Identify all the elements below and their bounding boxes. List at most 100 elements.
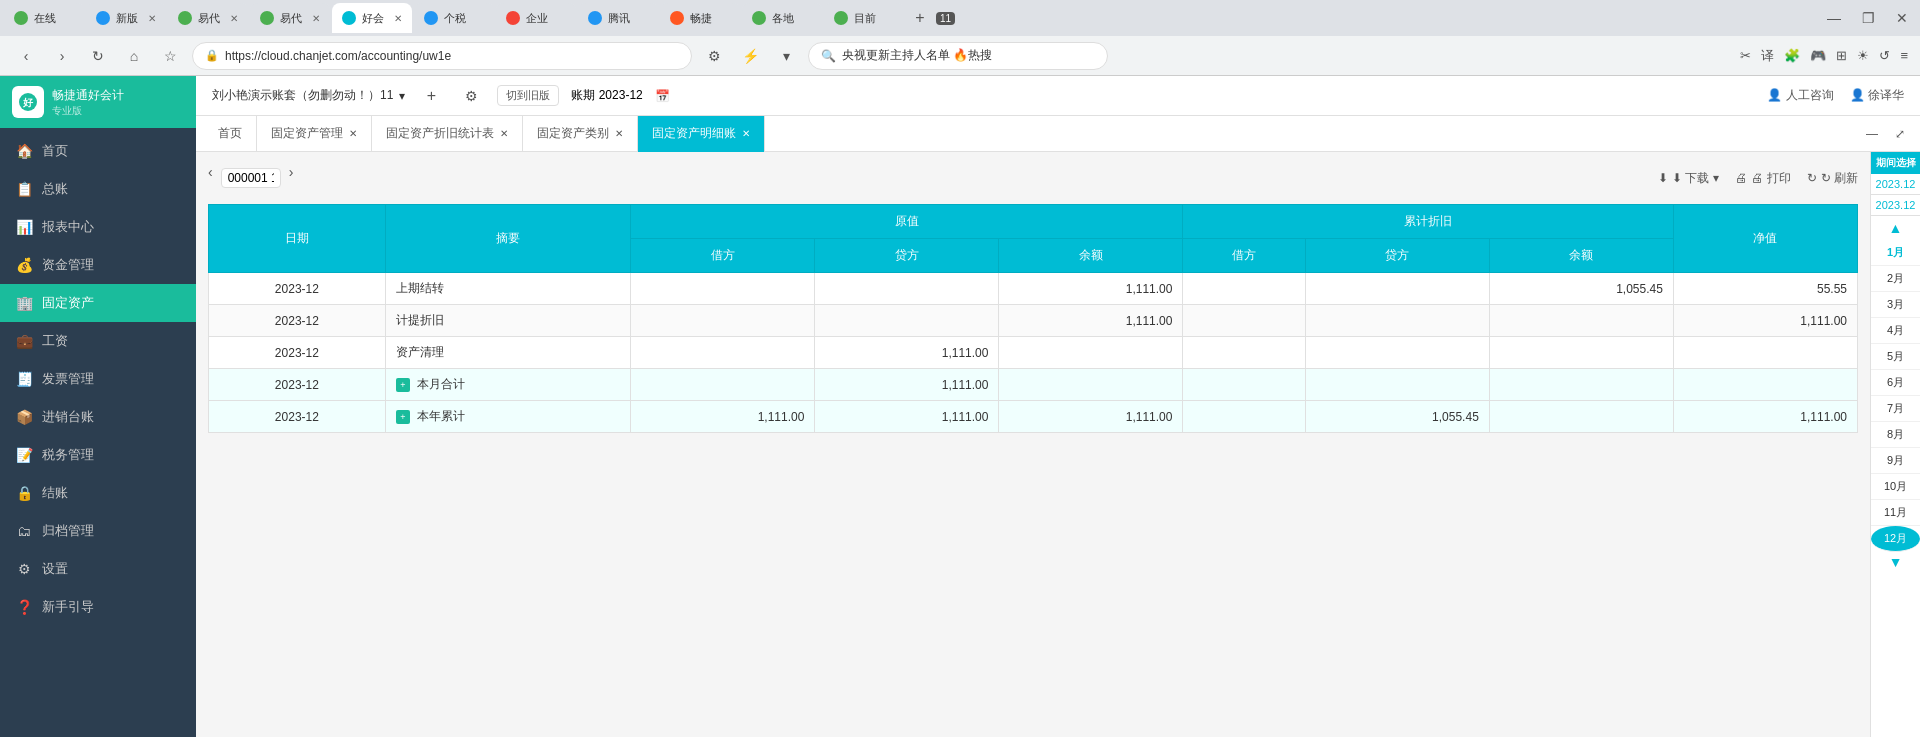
new-tab-button[interactable]: +: [906, 4, 934, 32]
browser-tab-5[interactable]: 好会 ✕: [332, 3, 412, 33]
translate-icon[interactable]: 译: [1761, 47, 1774, 65]
switch-version-button[interactable]: 切到旧版: [497, 85, 559, 106]
browser-tab-10[interactable]: 各地: [742, 3, 822, 33]
tab-close-fixed-asset-ledger[interactable]: ✕: [742, 128, 750, 139]
browser-tab-6[interactable]: 个税: [414, 3, 494, 33]
browser-right-icons: ✂ 译 🧩 🎮 ⊞ ☀ ↺ ≡: [1740, 47, 1908, 65]
period-month-1[interactable]: 1月: [1871, 240, 1920, 266]
sidebar-item-closing[interactable]: 🔒 结账: [0, 474, 196, 512]
row-orig-debit: 1,111.00: [631, 401, 815, 433]
game-icon[interactable]: 🎮: [1810, 48, 1826, 63]
sidebar-item-funds[interactable]: 💰 资金管理: [0, 246, 196, 284]
undo-icon[interactable]: ↺: [1879, 48, 1890, 63]
tab-home[interactable]: 首页: [204, 116, 257, 152]
prev-page-button[interactable]: ‹: [208, 164, 213, 180]
grid-icon[interactable]: ⊞: [1836, 48, 1847, 63]
page-input[interactable]: [221, 168, 281, 188]
sidebar-item-tax[interactable]: 📝 税务管理: [0, 436, 196, 474]
tab-close-5[interactable]: ✕: [394, 13, 402, 24]
tab-favicon-7: [506, 11, 520, 25]
sidebar-item-payroll[interactable]: 💼 工资: [0, 322, 196, 360]
sidebar-label-tax: 税务管理: [42, 446, 94, 464]
add-account-button[interactable]: +: [417, 82, 445, 110]
sidebar-item-invoice[interactable]: 🧾 发票管理: [0, 360, 196, 398]
extensions-button[interactable]: ⚙: [700, 42, 728, 70]
tab-close-fixed-asset-mgmt[interactable]: ✕: [349, 128, 357, 139]
browser-tab-1[interactable]: 在线: [4, 3, 84, 33]
user-profile-button[interactable]: 👤 徐译华: [1850, 87, 1904, 104]
logo-icon: 好: [12, 86, 44, 118]
tab-fixed-asset-ledger[interactable]: 固定资产明细账 ✕: [638, 116, 765, 152]
sidebar-item-ledger[interactable]: 📋 总账: [0, 170, 196, 208]
sidebar-item-inventory[interactable]: 📦 进销台账: [0, 398, 196, 436]
account-settings-button[interactable]: ⚙: [457, 82, 485, 110]
period-month-7[interactable]: 7月: [1871, 396, 1920, 422]
period-month-3[interactable]: 3月: [1871, 292, 1920, 318]
tab-close-fixed-asset-dep-stat[interactable]: ✕: [500, 128, 508, 139]
period-month-2[interactable]: 2月: [1871, 266, 1920, 292]
browser-tab-3[interactable]: 易代 ✕: [168, 3, 248, 33]
reload-button[interactable]: ↻: [84, 42, 112, 70]
account-selector[interactable]: 刘小艳演示账套（勿删勿动！）11 ▾: [212, 87, 405, 104]
period-month-6[interactable]: 6月: [1871, 370, 1920, 396]
browser-tab-9[interactable]: 畅捷: [660, 3, 740, 33]
dropdown-btn[interactable]: ▾: [772, 42, 800, 70]
print-button[interactable]: 🖨 🖨 打印: [1735, 170, 1790, 187]
tab-expand-button[interactable]: ⤢: [1888, 122, 1912, 146]
url-bar[interactable]: 🔒 https://cloud.chanjet.com/accounting/u…: [192, 42, 692, 70]
print-icon: 🖨: [1735, 171, 1747, 185]
window-minimize-btn[interactable]: —: [1820, 4, 1848, 32]
extension-icon[interactable]: 🧩: [1784, 48, 1800, 63]
home-button[interactable]: ⌂: [120, 42, 148, 70]
tab-close-fixed-asset-category[interactable]: ✕: [615, 128, 623, 139]
browser-tab-7[interactable]: 企业: [496, 3, 576, 33]
search-bar[interactable]: 🔍 央视更新主持人名单 🔥热搜: [808, 42, 1108, 70]
sidebar-item-settings[interactable]: ⚙ 设置: [0, 550, 196, 588]
period-month-10[interactable]: 10月: [1871, 474, 1920, 500]
tab-collapse-button[interactable]: —: [1860, 122, 1884, 146]
period-down-button[interactable]: ▲: [1871, 552, 1920, 576]
tab-close-2[interactable]: ✕: [148, 13, 156, 24]
sidebar-item-guide[interactable]: ❓ 新手引导: [0, 588, 196, 626]
period-up-button[interactable]: ▲: [1871, 216, 1920, 240]
sidebar-item-home[interactable]: 🏠 首页: [0, 132, 196, 170]
browser-tab-4[interactable]: 易代 ✕: [250, 3, 330, 33]
lightning-button[interactable]: ⚡: [736, 42, 764, 70]
browser-tab-8[interactable]: 腾讯: [578, 3, 658, 33]
back-button[interactable]: ‹: [12, 42, 40, 70]
menu-icon[interactable]: ≡: [1900, 48, 1908, 63]
ledger-actions: ⬇ ⬇ 下载 ▾ 🖨 🖨 打印 ↻ ↻ 刷新: [1658, 170, 1858, 187]
ledger-main: ‹ › ⬇ ⬇ 下载 ▾ 🖨 🖨 打印: [196, 152, 1870, 737]
next-page-button[interactable]: ›: [289, 164, 294, 180]
tab-close-3[interactable]: ✕: [230, 13, 238, 24]
col-header-date: 日期: [209, 205, 386, 273]
calendar-icon[interactable]: 📅: [655, 89, 670, 103]
brightness-icon[interactable]: ☀: [1857, 48, 1869, 63]
sidebar-item-fixed-assets[interactable]: 🏢 固定资产: [0, 284, 196, 322]
sidebar-item-archive[interactable]: 🗂 归档管理: [0, 512, 196, 550]
forward-button[interactable]: ›: [48, 42, 76, 70]
period-month-8[interactable]: 8月: [1871, 422, 1920, 448]
refresh-button[interactable]: ↻ ↻ 刷新: [1807, 170, 1858, 187]
refresh-label: ↻ 刷新: [1821, 170, 1858, 187]
period-month-9[interactable]: 9月: [1871, 448, 1920, 474]
content-area: ‹ › ⬇ ⬇ 下载 ▾ 🖨 🖨 打印: [196, 152, 1920, 737]
tab-fixed-asset-category[interactable]: 固定资产类别 ✕: [523, 116, 638, 152]
bookmark-button[interactable]: ☆: [156, 42, 184, 70]
period-month-5[interactable]: 5月: [1871, 344, 1920, 370]
tab-favicon-9: [670, 11, 684, 25]
period-month-11[interactable]: 11月: [1871, 500, 1920, 526]
tab-close-4[interactable]: ✕: [312, 13, 320, 24]
browser-tab-2[interactable]: 新版 ✕: [86, 3, 166, 33]
tab-fixed-asset-mgmt[interactable]: 固定资产管理 ✕: [257, 116, 372, 152]
period-month-12[interactable]: 12月: [1871, 526, 1920, 552]
window-close-btn[interactable]: ✕: [1888, 4, 1916, 32]
tab-fixed-asset-dep-stat[interactable]: 固定资产折旧统计表 ✕: [372, 116, 523, 152]
sidebar-item-reports[interactable]: 📊 报表中心: [0, 208, 196, 246]
scissors-icon[interactable]: ✂: [1740, 48, 1751, 63]
help-button[interactable]: 👤 人工咨询: [1767, 87, 1833, 104]
window-restore-btn[interactable]: ❐: [1854, 4, 1882, 32]
download-button[interactable]: ⬇ ⬇ 下载 ▾: [1658, 170, 1719, 187]
period-month-4[interactable]: 4月: [1871, 318, 1920, 344]
browser-tab-11[interactable]: 目前: [824, 3, 904, 33]
